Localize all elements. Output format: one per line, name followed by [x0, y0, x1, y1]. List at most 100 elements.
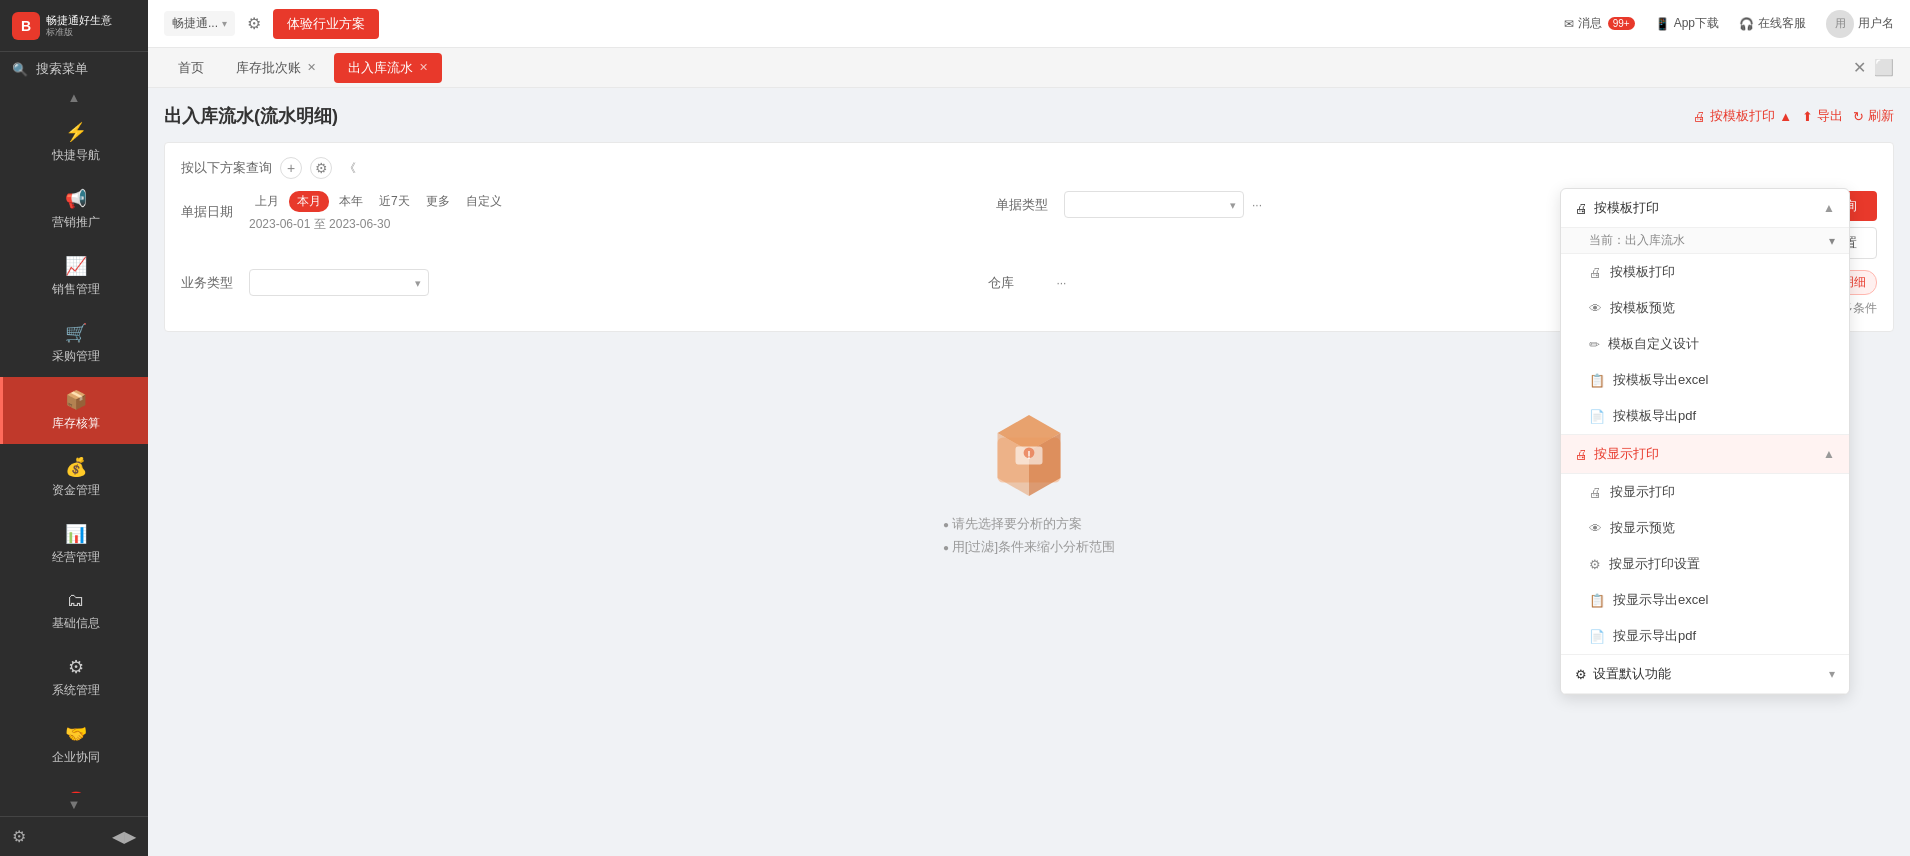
business-type-select[interactable] [249, 269, 429, 296]
display-section-label: 按显示打印 [1594, 445, 1659, 463]
refresh-button[interactable]: ↻ 刷新 [1853, 107, 1894, 125]
sidebar-item-label: 库存核算 [52, 415, 100, 432]
filter-setting-button[interactable]: ⚙ [310, 157, 332, 179]
empty-tips: 请先选择要分析的方案 用[过滤]条件来缩小分析范围 [943, 512, 1115, 559]
template-excel-item[interactable]: 📋 按模板导出excel [1561, 362, 1849, 398]
filter-collapse-icon[interactable]: 《 [344, 160, 356, 177]
message-icon: ✉ [1564, 17, 1574, 31]
print-template-label: 按模板打印 [1710, 107, 1775, 125]
message-button[interactable]: ✉ 消息 99+ [1564, 15, 1635, 32]
message-label: 消息 [1578, 15, 1602, 32]
sidebar-item-basic[interactable]: 🗂 基础信息 [0, 578, 148, 644]
sidebar-item-finance[interactable]: 💰 资金管理 [0, 444, 148, 511]
template-custom-label: 模板自定义设计 [1608, 335, 1699, 353]
section2-arrow-icon: ▲ [1823, 447, 1835, 461]
header-dropdown-icon: ▾ [222, 18, 227, 29]
date-range: 2023-06-01 至 2023-06-30 [249, 216, 508, 233]
sidebar-item-label: 资金管理 [52, 482, 100, 499]
tab-flow-close[interactable]: ✕ [419, 61, 428, 74]
date-area: 上月 本月 本年 近7天 更多 自定义 2023-06-01 至 2023-06… [249, 191, 508, 233]
display-pdf-item[interactable]: 📄 按显示导出pdf [1561, 618, 1849, 654]
display-preview-label: 按显示预览 [1610, 519, 1675, 537]
doc-type-more-btn[interactable]: ··· [1252, 198, 1262, 212]
display-excel-item[interactable]: 📋 按显示导出excel [1561, 582, 1849, 618]
avatar-name: 用户名 [1858, 15, 1894, 32]
sidebar-item-shortcut[interactable]: ⚡ 快捷导航 [0, 109, 148, 176]
tab-home[interactable]: 首页 [164, 53, 218, 83]
date-tab-last-month[interactable]: 上月 [249, 191, 285, 212]
sidebar-item-system[interactable]: ⚙ 系统管理 [0, 644, 148, 711]
template-pdf-item[interactable]: 📄 按模板导出pdf [1561, 398, 1849, 434]
section1-arrow-icon: ▲ [1823, 201, 1835, 215]
search-icon: 🔍 [12, 62, 28, 77]
current-template-label: 当前：出入库流水 [1589, 232, 1685, 249]
header-gear-icon[interactable]: ⚙ [247, 14, 261, 33]
display-print-icon: 🖨 [1575, 447, 1588, 462]
sidebar-item-marketing[interactable]: 📢 营销推广 [0, 176, 148, 243]
warehouse-more-btn[interactable]: ··· [1056, 276, 1066, 290]
display-excel-icon: 📋 [1589, 593, 1605, 608]
sidebar-scroll-up[interactable]: ▲ [0, 86, 148, 109]
trial-button[interactable]: 体验行业方案 [273, 9, 379, 39]
sidebar-search[interactable]: 🔍 搜索菜单 [0, 52, 148, 86]
display-preview-item[interactable]: 👁 按显示预览 [1561, 510, 1849, 546]
template-pdf-label: 按模板导出pdf [1613, 407, 1696, 425]
date-tab-7-days[interactable]: 近7天 [373, 191, 416, 212]
settings-icon[interactable]: ⚙ [12, 827, 26, 846]
tab-home-label: 首页 [178, 59, 204, 77]
sidebar-item-label: 销售管理 [52, 281, 100, 298]
window-close-btn[interactable]: ✕ [1853, 58, 1866, 77]
sidebar-item-label: 经营管理 [52, 549, 100, 566]
user-avatar-area[interactable]: 用 用户名 [1826, 10, 1894, 38]
excel-icon: 📋 [1589, 373, 1605, 388]
refresh-label: 刷新 [1868, 107, 1894, 125]
page-actions: 🖨 按模板打印 ▲ ⬆ 导出 ↻ 刷新 [1693, 107, 1894, 125]
sidebar-item-purchase[interactable]: 🛒 采购管理 [0, 310, 148, 377]
date-tab-current-month[interactable]: 本月 [289, 191, 329, 212]
doc-type-select[interactable] [1064, 191, 1244, 218]
display-print-item-icon: 🖨 [1589, 485, 1602, 500]
app-download-button[interactable]: 📱 App下载 [1655, 15, 1719, 32]
template-print-item[interactable]: 🖨 按模板打印 [1561, 254, 1849, 290]
message-badge: 99+ [1608, 17, 1635, 30]
sidebar-item-inventory[interactable]: 📦 库存核算 [0, 377, 148, 444]
online-service-button[interactable]: 🎧 在线客服 [1739, 15, 1806, 32]
page-header: 出入库流水(流水明细) 🖨 按模板打印 ▲ ⬆ 导出 ↻ 刷新 [164, 104, 1894, 128]
sidebar-item-coop[interactable]: 🤝 企业协同 [0, 711, 148, 778]
collapse-sidebar-icon[interactable]: ◀▶ [112, 827, 136, 846]
header-user-selector[interactable]: 畅捷通... ▾ [164, 11, 235, 36]
sidebar-item-label: 采购管理 [52, 348, 100, 365]
display-settings-item[interactable]: ⚙ 按显示打印设置 [1561, 546, 1849, 582]
purchase-icon: 🛒 [65, 322, 87, 344]
sidebar-item-guide[interactable]: 🎯 新手引导 [0, 778, 148, 793]
sidebar-scroll-down[interactable]: ▼ [0, 793, 148, 816]
print-template-button[interactable]: 🖨 按模板打印 ▲ [1693, 107, 1792, 125]
sidebar-item-label: 快捷导航 [52, 147, 100, 164]
tab-flow[interactable]: 出入库流水 ✕ [334, 53, 442, 83]
date-tab-more[interactable]: 更多 [420, 191, 456, 212]
filter-add-button[interactable]: + [280, 157, 302, 179]
template-custom-item[interactable]: ✏ 模板自定义设计 [1561, 326, 1849, 362]
display-preview-icon: 👁 [1589, 521, 1602, 536]
date-tab-custom[interactable]: 自定义 [460, 191, 508, 212]
display-pdf-label: 按显示导出pdf [1613, 627, 1696, 645]
template-print-section-header[interactable]: 🖨 按模板打印 ▲ [1561, 189, 1849, 228]
tab-batch[interactable]: 库存批次账 ✕ [222, 53, 330, 83]
display-print-item[interactable]: 🖨 按显示打印 [1561, 474, 1849, 510]
coop-icon: 🤝 [65, 723, 87, 745]
display-settings-label: 按显示打印设置 [1609, 555, 1700, 573]
warehouse-label: 仓库 [988, 274, 1048, 292]
sidebar-item-operation[interactable]: 📊 经营管理 [0, 511, 148, 578]
printer-icon: 🖨 [1693, 109, 1706, 124]
preview-icon: 👁 [1589, 301, 1602, 316]
tab-batch-close[interactable]: ✕ [307, 61, 316, 74]
date-tab-current-year[interactable]: 本年 [333, 191, 369, 212]
default-settings-section-header[interactable]: ⚙ 设置默认功能 ▾ [1561, 655, 1849, 694]
display-print-section-header[interactable]: 🖨 按显示打印 ▲ [1561, 435, 1849, 474]
header-right: ✉ 消息 99+ 📱 App下载 🎧 在线客服 用 用户名 [1564, 10, 1894, 38]
template-preview-item[interactable]: 👁 按模板预览 [1561, 290, 1849, 326]
window-maximize-btn[interactable]: ⬜ [1874, 58, 1894, 77]
sidebar-item-sales[interactable]: 📈 销售管理 [0, 243, 148, 310]
filter-date-field: 单据日期 上月 本月 本年 近7天 更多 自定义 2023-06-01 至 20… [181, 191, 980, 233]
export-button[interactable]: ⬆ 导出 [1802, 107, 1843, 125]
